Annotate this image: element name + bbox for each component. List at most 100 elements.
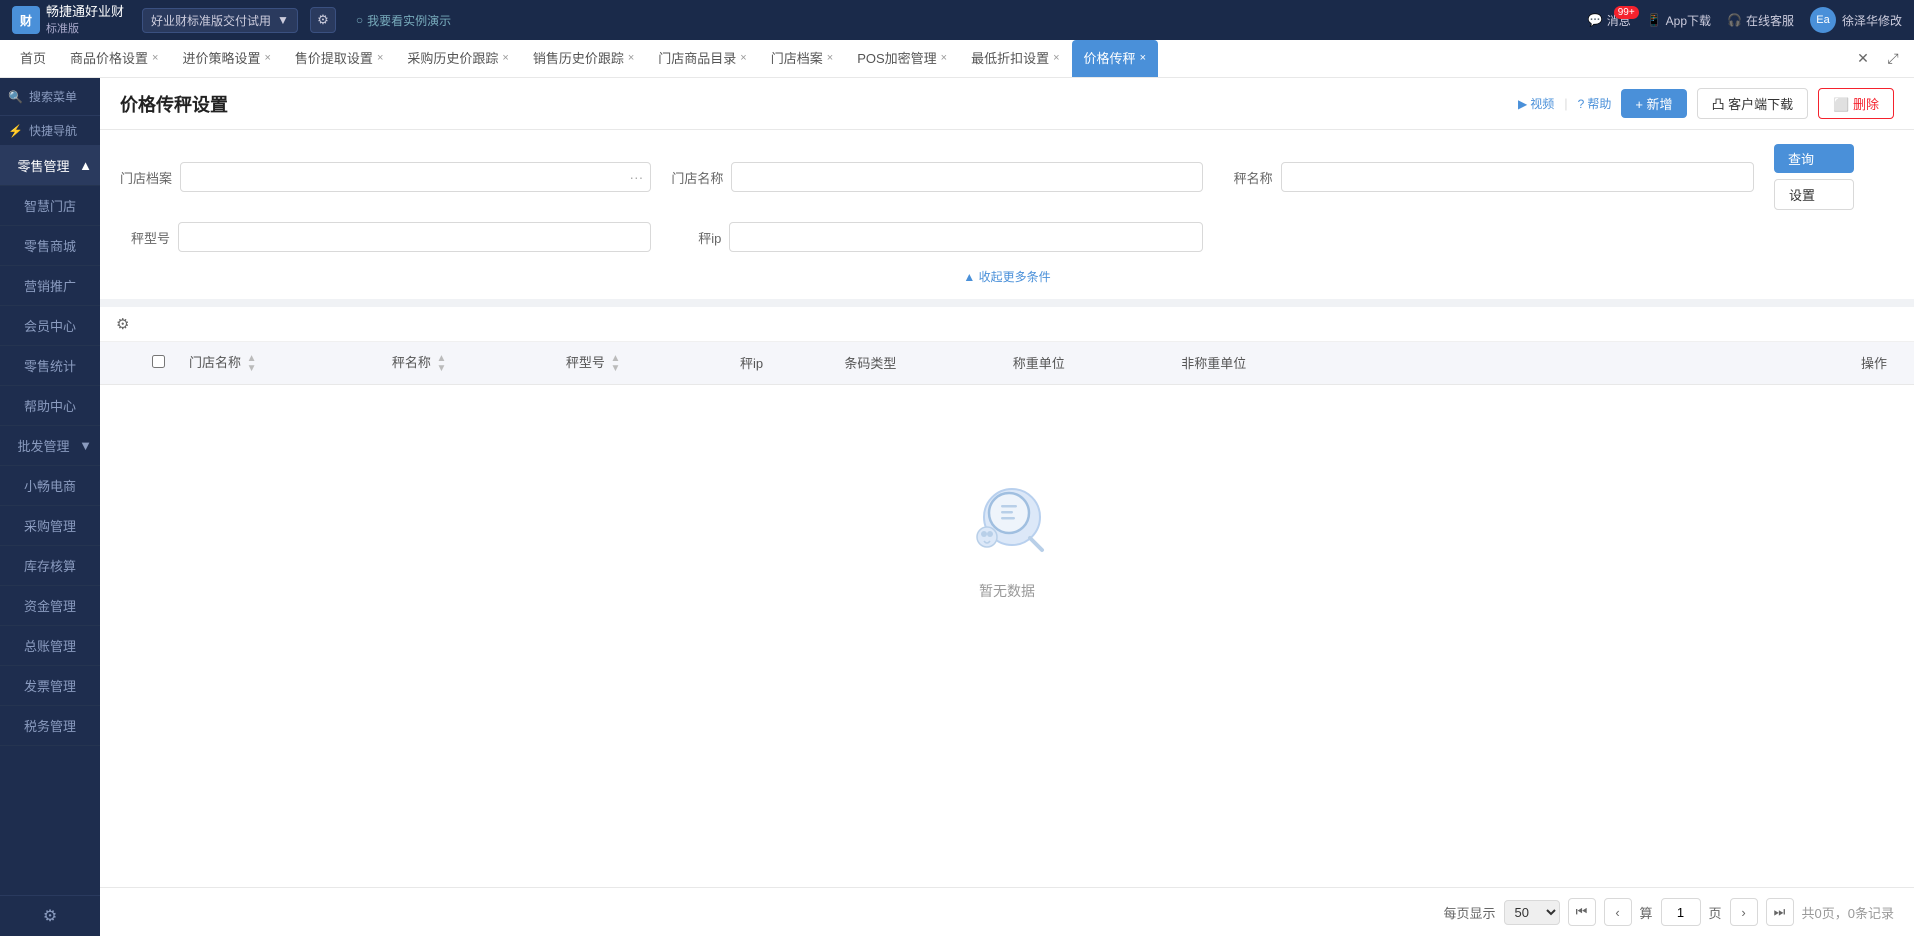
tab-close-store-catalog[interactable]: × — [740, 52, 746, 64]
col-scale-name[interactable]: 秤名称 ▲▼ — [380, 342, 554, 384]
col-weight-unit: 称重单位 — [1001, 342, 1169, 384]
sidebar-item-retail-mgmt[interactable]: 零售管理 ▲ — [0, 146, 100, 186]
video-icon: ▶ — [1518, 97, 1527, 111]
add-button[interactable]: + 新增 — [1621, 89, 1686, 118]
tab-price-scale[interactable]: 价格传秤 × — [1072, 40, 1158, 78]
col-scale-ip: 秤ip — [728, 342, 832, 384]
sidebar-item-xiaochang-ecom[interactable]: 小畅电商 — [0, 466, 100, 506]
sidebar-item-invoice-mgmt[interactable]: 发票管理 — [0, 666, 100, 706]
sidebar-item-marketing[interactable]: 营销推广 — [0, 266, 100, 306]
prev-page-button[interactable]: ‹ — [1604, 898, 1632, 926]
download-button[interactable]: 凸 客户端下载 — [1697, 88, 1809, 119]
tab-expand-button[interactable]: ⤢ — [1880, 46, 1906, 72]
sidebar-quick-nav[interactable]: ⚡ 快捷导航 — [0, 116, 100, 146]
select-all-checkbox[interactable] — [152, 355, 165, 368]
tab-close-sale-extract[interactable]: × — [377, 52, 383, 64]
page-header: 价格传秤设置 ▶ 视频 | ? 帮助 + 新增 凸 客户端下载 ⬜ — [100, 78, 1914, 130]
scale-name-input[interactable] — [1281, 162, 1754, 192]
store-name-label: 门店名称 — [671, 168, 723, 187]
first-page-button[interactable]: ⏮ — [1568, 898, 1596, 926]
sidebar-item-retail-stats[interactable]: 零售统计 — [0, 346, 100, 386]
tab-store-catalog[interactable]: 门店商品目录 × — [646, 40, 758, 78]
sidebar-item-general-ledger[interactable]: 总账管理 — [0, 626, 100, 666]
tab-bar-actions: ✕ ⤢ — [1850, 46, 1906, 72]
sidebar-item-purchase-mgmt[interactable]: 采购管理 — [0, 506, 100, 546]
user-area[interactable]: Ea 徐泽华修改 — [1810, 7, 1902, 33]
tab-purchase-history[interactable]: 采购历史价跟踪 × — [395, 40, 520, 78]
ellipsis-icon[interactable]: ··· — [629, 169, 643, 185]
sidebar-item-tax-mgmt[interactable]: 税务管理 — [0, 706, 100, 746]
store-profile-label: 门店档案 — [120, 168, 172, 187]
sidebar-item-retail-mall[interactable]: 零售商城 — [0, 226, 100, 266]
sidebar-item-batch-mgmt[interactable]: 批发管理 ▼ — [0, 426, 100, 466]
total-info: 共0页，0条记录 — [1802, 903, 1894, 922]
tab-pos-encrypt[interactable]: POS加密管理 × — [845, 40, 959, 78]
tab-close-store-profile[interactable]: × — [827, 52, 833, 64]
search-icon: 🔍 — [8, 90, 23, 104]
query-button[interactable]: 查询 — [1774, 144, 1854, 173]
sidebar-bottom: ⚙ — [0, 895, 100, 936]
help-link[interactable]: ? 帮助 — [1578, 95, 1612, 112]
scale-model-label: 秤型号 — [120, 228, 170, 247]
scale-model-input[interactable] — [178, 222, 651, 252]
tab-close-purchase-history[interactable]: × — [502, 52, 508, 64]
tab-sale-history[interactable]: 销售历史价跟踪 × — [521, 40, 646, 78]
tab-sale-extract[interactable]: 售价提取设置 × — [283, 40, 395, 78]
col-store-name[interactable]: 门店名称 ▲▼ — [177, 342, 380, 384]
table-settings-icon[interactable]: ⚙ — [116, 315, 129, 333]
top-header: 财 畅捷通好业财 标准版 好业财标准版交付试用 ▼ ⚙ ○ 我要看实例演示 💬 … — [0, 0, 1914, 40]
store-name-input[interactable] — [731, 162, 1202, 192]
app-download-button[interactable]: 📱 App下载 — [1647, 12, 1711, 29]
sidebar-item-help-center[interactable]: 帮助中心 — [0, 386, 100, 426]
search-form: 门店档案 ··· 门店名称 秤名称 查询 — [100, 130, 1914, 299]
tab-close-pos-encrypt[interactable]: × — [941, 52, 947, 64]
scale-name-field: 秤名称 — [1223, 162, 1754, 192]
tab-close-sale-history[interactable]: × — [628, 52, 634, 64]
col-settings — [100, 342, 140, 384]
notification-button[interactable]: 💬 消息 99+ — [1588, 12, 1631, 29]
version-selector[interactable]: 好业财标准版交付试用 ▼ — [142, 8, 298, 33]
col-non-weight-unit: 非称重单位 — [1169, 342, 1834, 384]
tab-close-all-button[interactable]: ✕ — [1850, 46, 1876, 72]
video-link[interactable]: ▶ 视频 — [1518, 95, 1554, 112]
scale-ip-input[interactable] — [729, 222, 1202, 252]
tab-min-discount[interactable]: 最低折扣设置 × — [959, 40, 1071, 78]
table-wrapper: 门店名称 ▲▼ 秤名称 ▲▼ 秤型号 ▲▼ — [100, 342, 1914, 887]
tab-close-min-discount[interactable]: × — [1053, 52, 1059, 64]
page-size-select[interactable]: 50 10 20 100 — [1504, 900, 1560, 925]
delete-button[interactable]: ⬜ 删除 — [1818, 88, 1894, 119]
last-page-button[interactable]: ⏭ — [1766, 898, 1794, 926]
tab-goods-price[interactable]: 商品价格设置 × — [58, 40, 170, 78]
logo-icon: 财 — [12, 6, 40, 34]
sidebar-item-inventory[interactable]: 库存核算 — [0, 546, 100, 586]
tab-store-profile[interactable]: 门店档案 × — [759, 40, 845, 78]
sidebar-search[interactable]: 🔍 搜索菜单 — [0, 78, 100, 116]
page-number-input[interactable] — [1661, 898, 1701, 926]
tab-purchase-strategy[interactable]: 进价策略设置 × — [170, 40, 282, 78]
store-profile-input[interactable] — [180, 162, 651, 192]
next-page-button[interactable]: › — [1730, 898, 1758, 926]
sidebar-item-member-center[interactable]: 会员中心 — [0, 306, 100, 346]
table-toolbar: ⚙ — [100, 307, 1914, 342]
logo-area: 财 畅捷通好业财 标准版 — [12, 4, 124, 36]
app-settings-button[interactable]: ⚙ — [310, 7, 336, 33]
demo-link[interactable]: ○ 我要看实例演示 — [356, 12, 451, 29]
settings-search-button[interactable]: 设置 — [1774, 179, 1854, 210]
sidebar-settings-icon[interactable]: ⚙ — [43, 906, 57, 926]
help-icon: ? — [1578, 97, 1585, 111]
tab-bar: 首页 商品价格设置 × 进价策略设置 × 售价提取设置 × 采购历史价跟踪 × … — [0, 40, 1914, 78]
col-checkbox — [140, 342, 177, 384]
tab-close-goods-price[interactable]: × — [152, 52, 158, 64]
empty-illustration — [957, 465, 1057, 565]
collapse-button[interactable]: ▲ 收起更多条件 — [963, 268, 1050, 285]
col-scale-model[interactable]: 秤型号 ▲▼ — [554, 342, 728, 384]
sidebar-item-smart-store[interactable]: 智慧门店 — [0, 186, 100, 226]
tab-close-purchase-strategy[interactable]: × — [264, 52, 270, 64]
online-service-button[interactable]: 🎧 在线客服 — [1727, 12, 1794, 29]
tab-home[interactable]: 首页 — [8, 40, 58, 78]
store-name-field: 门店名称 — [671, 162, 1202, 192]
col-barcode-type: 条码类型 — [832, 342, 1000, 384]
sidebar-item-capital-mgmt[interactable]: 资金管理 — [0, 586, 100, 626]
form-row-1: 门店档案 ··· 门店名称 秤名称 查询 — [120, 144, 1894, 210]
tab-close-price-scale[interactable]: × — [1140, 52, 1146, 64]
